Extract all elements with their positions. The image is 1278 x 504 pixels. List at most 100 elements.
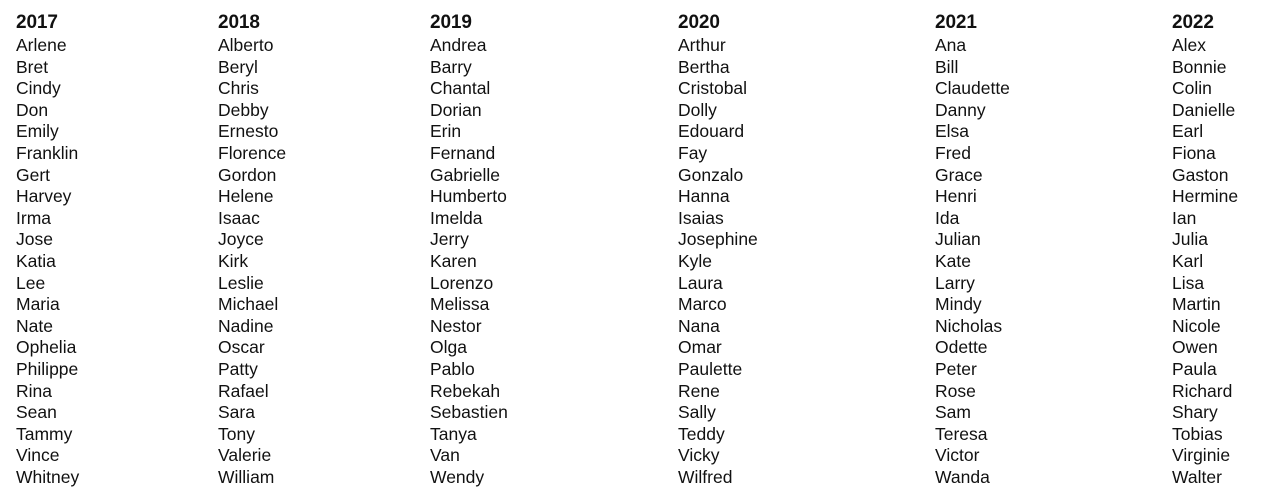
year-column-2021: 2021 Ana Bill Claudette Danny Elsa Fred Grace He… xyxy=(935,12,1010,488)
list-item: Fiona xyxy=(1172,142,1216,163)
name-list: Alberto Beryl Chris Debby Ernesto Florence Gor… xyxy=(218,35,286,488)
list-item: Vicky xyxy=(678,445,720,466)
list-item: Mindy xyxy=(935,294,982,315)
list-item: Florence xyxy=(218,142,287,163)
list-item: Ida xyxy=(935,207,960,228)
list-item: Rene xyxy=(678,380,720,401)
list-item: Ophelia xyxy=(16,337,77,358)
list-item: Bret xyxy=(16,56,49,77)
list-item: Elsa xyxy=(935,121,970,142)
list-item: Emily xyxy=(16,121,59,142)
list-item: Wilfred xyxy=(678,466,733,487)
list-item: Danielle xyxy=(1172,99,1236,120)
list-item: Oscar xyxy=(218,337,265,358)
list-item: Omar xyxy=(678,337,722,358)
list-item: Lorenzo xyxy=(430,272,494,293)
list-item: Humberto xyxy=(430,186,507,207)
list-item: Ana xyxy=(935,35,967,55)
year-heading: 2017 xyxy=(16,12,58,33)
year-column-2019: 2019 Andrea Barry Chantal Dorian Erin Fernand G… xyxy=(430,12,508,488)
year-column-2020: 2020 Arthur Bertha Cristobal Dolly Edouard Fay… xyxy=(678,12,758,488)
name-list: Arlene Bret Cindy Don Emily Franklin Gert Harve… xyxy=(16,35,79,488)
list-item: Arlene xyxy=(16,35,67,55)
list-item: Fred xyxy=(935,142,971,163)
list-item: Kate xyxy=(935,250,971,271)
list-item: Owen xyxy=(1172,337,1218,358)
list-item: Van xyxy=(430,445,460,466)
list-item: Joyce xyxy=(218,229,264,250)
list-item: Hermine xyxy=(1172,186,1239,207)
list-item: Bill xyxy=(935,56,959,77)
year-heading: 2019 xyxy=(430,12,472,33)
list-item: Nadine xyxy=(218,315,274,336)
list-item: Dolly xyxy=(678,99,717,120)
list-item: Bertha xyxy=(678,56,730,77)
list-item: Hanna xyxy=(678,186,730,207)
list-item: Richard xyxy=(1172,380,1233,401)
list-item: Teddy xyxy=(678,423,725,444)
list-item: Tony xyxy=(218,423,255,444)
list-item: Olga xyxy=(430,337,467,358)
list-item: Gonzalo xyxy=(678,164,744,185)
list-item: Chris xyxy=(218,78,259,99)
list-item: Tobias xyxy=(1172,423,1223,444)
list-item: Imelda xyxy=(430,207,483,228)
list-item: Rina xyxy=(16,380,52,401)
list-item: Danny xyxy=(935,99,986,120)
list-item: Erin xyxy=(430,121,462,142)
list-item: Nana xyxy=(678,315,720,336)
list-item: William xyxy=(218,466,275,487)
list-item: Leslie xyxy=(218,272,264,293)
list-item: Julia xyxy=(1172,229,1208,250)
list-item: Katia xyxy=(16,250,56,271)
list-item: Irma xyxy=(16,207,51,228)
list-item: Martin xyxy=(1172,294,1221,315)
list-item: Claudette xyxy=(935,78,1010,99)
list-item: Sean xyxy=(16,402,57,423)
list-item: Ernesto xyxy=(218,121,279,142)
year-heading: 2020 xyxy=(678,12,720,33)
list-item: Peter xyxy=(935,358,977,379)
name-list: Arthur Bertha Cristobal Dolly Edouard Fay Gonz… xyxy=(678,35,758,488)
list-item: Kyle xyxy=(678,250,713,271)
name-list: Andrea Barry Chantal Dorian Erin Fernand Gabri… xyxy=(430,35,508,488)
list-item: Valerie xyxy=(218,445,272,466)
list-item: Virginie xyxy=(1172,445,1231,466)
list-item: Nestor xyxy=(430,315,482,336)
list-item: Wendy xyxy=(430,466,485,487)
list-item: Earl xyxy=(1172,121,1204,142)
list-item: Paulette xyxy=(678,358,743,379)
list-item: Larry xyxy=(935,272,975,293)
list-item: Maria xyxy=(16,294,60,315)
list-item: Helene xyxy=(218,186,274,207)
list-item: Josephine xyxy=(678,229,758,250)
list-item: Franklin xyxy=(16,142,79,163)
list-item: Grace xyxy=(935,164,983,185)
list-item: Alex xyxy=(1172,35,1207,55)
list-item: Rose xyxy=(935,380,976,401)
list-item: Cristobal xyxy=(678,78,748,99)
list-item: Sara xyxy=(218,402,255,423)
list-item: Julian xyxy=(935,229,981,250)
list-item: Don xyxy=(16,99,49,120)
list-item: Paula xyxy=(1172,358,1217,379)
list-item: Teresa xyxy=(935,423,988,444)
list-item: Jose xyxy=(16,229,53,250)
list-item: Gordon xyxy=(218,164,277,185)
list-item: Rebekah xyxy=(430,380,501,401)
list-item: Harvey xyxy=(16,186,72,207)
list-item: Pablo xyxy=(430,358,475,379)
list-item: Arthur xyxy=(678,35,726,55)
list-item: Edouard xyxy=(678,121,745,142)
list-item: Colin xyxy=(1172,78,1212,99)
list-item: Lee xyxy=(16,272,46,293)
list-item: Patty xyxy=(218,358,258,379)
list-item: Walter xyxy=(1172,466,1222,487)
list-item: Melissa xyxy=(430,294,490,315)
list-item: Jerry xyxy=(430,229,469,250)
list-item: Debby xyxy=(218,99,269,120)
list-item: Marco xyxy=(678,294,727,315)
list-item: Karen xyxy=(430,250,477,271)
list-item: Gert xyxy=(16,164,51,185)
list-item: Whitney xyxy=(16,466,80,487)
